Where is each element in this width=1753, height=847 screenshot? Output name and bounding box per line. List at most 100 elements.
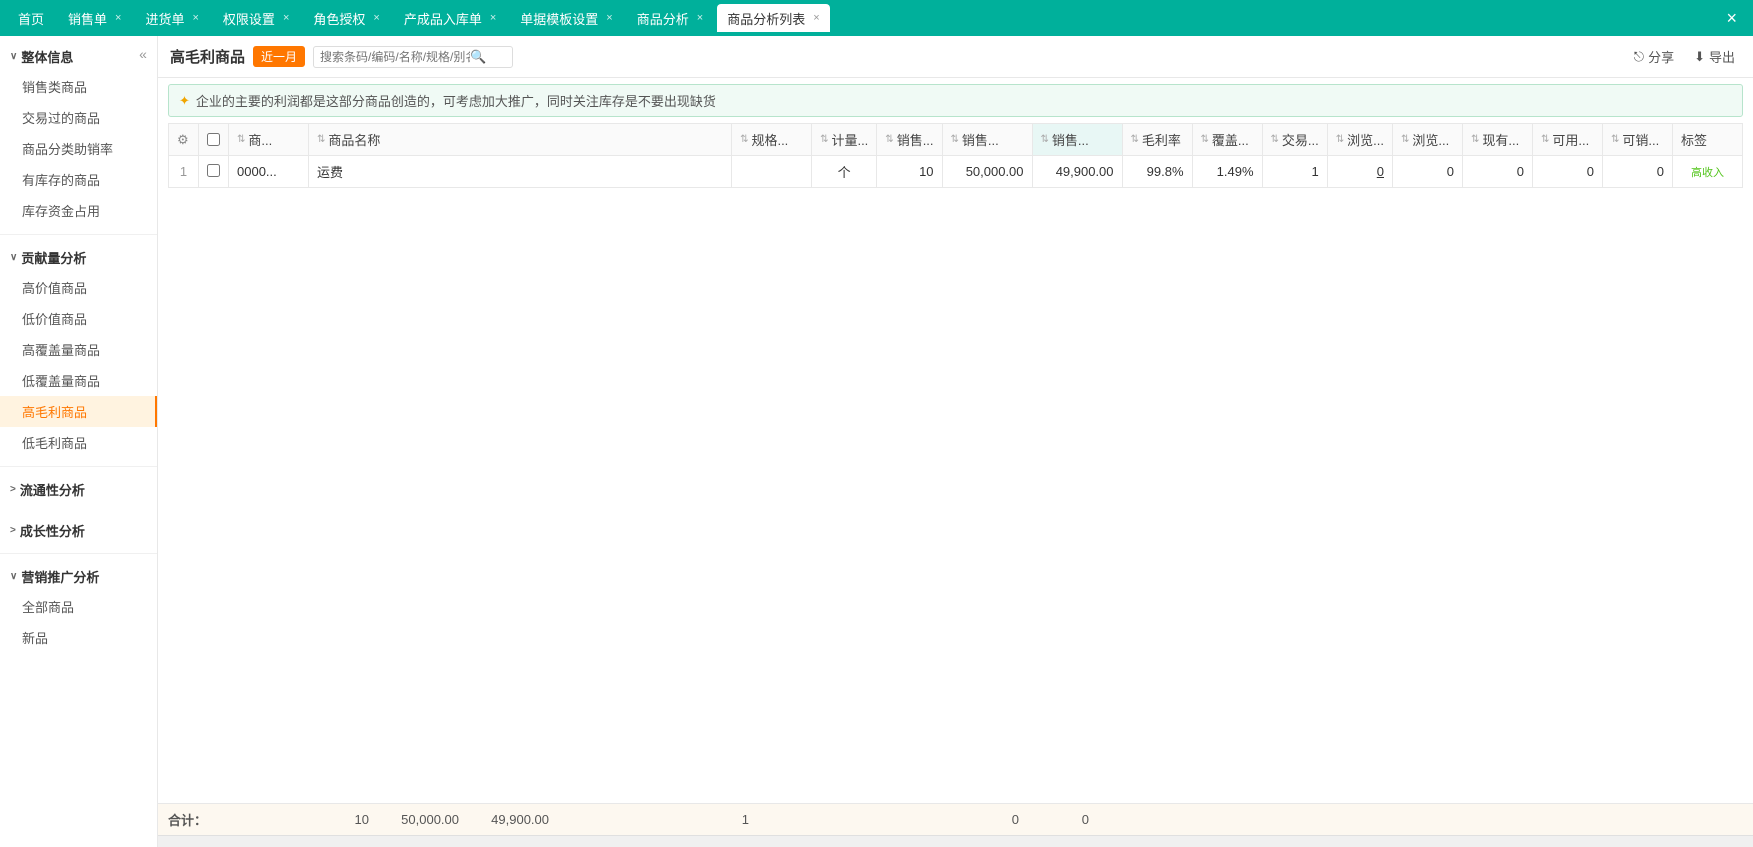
col-header-coverage: ⇅ 覆盖... xyxy=(1192,124,1262,156)
sidebar-item-stock-capital[interactable]: 库存资金占用 xyxy=(0,195,157,226)
tag-label: 高收入 xyxy=(1691,167,1724,179)
sidebar-item-low-coverage[interactable]: 低覆盖量商品 xyxy=(0,365,157,396)
row-name: 运费 xyxy=(309,156,732,188)
col-header-sale-qty: ⇅ 销售... xyxy=(877,124,942,156)
tab-permission[interactable]: 权限设置 × xyxy=(213,4,299,32)
content-header: 高毛利商品 近一月 🔍 ⎋ 分享 ⬇ 导出 xyxy=(158,36,1753,78)
divider-3 xyxy=(0,553,157,554)
sidebar-group-liquidity: > 流通性分析 xyxy=(0,469,157,510)
sidebar-item-sales-goods[interactable]: 销售类商品 xyxy=(0,71,157,102)
col-header-spec: ⇅ 规格... xyxy=(732,124,812,156)
col-header-stock-avail: ⇅ 可用... xyxy=(1533,124,1603,156)
sidebar-group-contribution-title[interactable]: ∨ 贡献量分析 xyxy=(0,243,157,272)
settings-icon[interactable]: ⚙ xyxy=(177,132,189,148)
share-button[interactable]: ⎋ 分享 xyxy=(1628,44,1680,69)
sidebar-group-overall: ∨ 整体信息 销售类商品 交易过的商品 商品分类助销率 有库存的商品 库存资金占… xyxy=(0,36,157,232)
row-stock-avail: 0 xyxy=(1533,156,1603,188)
tab-product-in[interactable]: 产成品入库单 × xyxy=(394,4,506,32)
close-tab-purchase[interactable]: × xyxy=(192,13,198,24)
tab-sales[interactable]: 销售单 × xyxy=(58,4,131,32)
close-tab-permission[interactable]: × xyxy=(283,13,289,24)
sidebar-item-all-goods[interactable]: 全部商品 xyxy=(0,591,157,622)
app-close-button[interactable]: × xyxy=(1718,8,1745,29)
tab-purchase[interactable]: 进货单 × xyxy=(135,4,208,32)
search-input[interactable] xyxy=(320,50,470,64)
col-header-trade-count: ⇅ 交易... xyxy=(1262,124,1327,156)
col-header-gross-margin: ⇅ 毛利率 xyxy=(1122,124,1192,156)
top-nav: 首页 销售单 × 进货单 × 权限设置 × 角色授权 × 产成品入库单 × 单据… xyxy=(0,0,1753,36)
col-header-name: ⇅ 商品名称 xyxy=(309,124,732,156)
close-tab-template[interactable]: × xyxy=(606,13,612,24)
divider-2 xyxy=(0,466,157,467)
tab-analysis[interactable]: 商品分析 × xyxy=(627,4,713,32)
sidebar-group-marketing: ∨ 营销推广分析 全部商品 新品 xyxy=(0,556,157,659)
export-icon: ⬇ xyxy=(1694,49,1705,65)
col-header-check[interactable] xyxy=(199,124,229,156)
col-header-browse1: ⇅ 浏览... xyxy=(1327,124,1392,156)
sidebar-collapse-button[interactable]: « xyxy=(133,44,153,64)
row-stock-sale: 0 xyxy=(1603,156,1673,188)
sidebar-item-category-rate[interactable]: 商品分类助销率 xyxy=(0,133,157,164)
tab-home[interactable]: 首页 xyxy=(8,4,54,32)
tab-template[interactable]: 单据模板设置 × xyxy=(510,4,622,32)
arrow-icon: ∨ xyxy=(10,51,17,62)
horizontal-scrollbar[interactable] xyxy=(158,835,1753,847)
main-layout: « ∨ 整体信息 销售类商品 交易过的商品 商品分类助销率 有库存的商品 库存资… xyxy=(0,36,1753,847)
col-header-stock-now: ⇅ 现有... xyxy=(1463,124,1533,156)
sidebar-item-low-margin[interactable]: 低毛利商品 xyxy=(0,427,157,458)
tab-role[interactable]: 角色授权 × xyxy=(303,4,389,32)
arrow-icon-4: > xyxy=(10,525,16,536)
sidebar-item-high-value[interactable]: 高价值商品 xyxy=(0,272,157,303)
row-tag: 高收入 xyxy=(1673,156,1743,188)
sidebar-group-liquidity-title[interactable]: > 流通性分析 xyxy=(0,475,157,504)
close-tab-sales[interactable]: × xyxy=(115,13,121,24)
browse1-link[interactable]: 0 xyxy=(1377,164,1384,179)
col-header-stock-sale: ⇅ 可销... xyxy=(1603,124,1673,156)
filter-month-button[interactable]: 近一月 xyxy=(253,46,305,67)
close-tab-role[interactable]: × xyxy=(373,13,379,24)
sidebar-item-new-goods[interactable]: 新品 xyxy=(0,622,157,653)
col-header-code: ⇅ 商... xyxy=(229,124,309,156)
col-header-tag: 标签 xyxy=(1673,124,1743,156)
table-row: 1 0000... 运费 xyxy=(169,156,1743,188)
sidebar-item-high-margin[interactable]: 高毛利商品 xyxy=(0,396,157,427)
close-tab-product-in[interactable]: × xyxy=(490,13,496,24)
sidebar-item-stocked-goods[interactable]: 有库存的商品 xyxy=(0,164,157,195)
share-icon: ⎋ xyxy=(1634,49,1644,65)
footer-stock-avail: 0 xyxy=(957,812,1027,827)
footer-sale-qty: 10 xyxy=(287,812,377,827)
sidebar-group-contribution: ∨ 贡献量分析 高价值商品 低价值商品 高覆盖量商品 低覆盖量商品 高毛利商品 … xyxy=(0,237,157,464)
sidebar-item-low-value[interactable]: 低价值商品 xyxy=(0,303,157,334)
sidebar: « ∨ 整体信息 销售类商品 交易过的商品 商品分类助销率 有库存的商品 库存资… xyxy=(0,36,158,847)
export-button[interactable]: ⬇ 导出 xyxy=(1688,44,1741,69)
row-checkbox[interactable] xyxy=(207,164,220,177)
col-header-num: ⚙ xyxy=(169,124,199,156)
search-icon[interactable]: 🔍 xyxy=(470,49,486,65)
row-code: 0000... xyxy=(229,156,309,188)
row-sale-profit: 49,900.00 xyxy=(1032,156,1122,188)
divider-1 xyxy=(0,234,157,235)
sidebar-group-marketing-title[interactable]: ∨ 营销推广分析 xyxy=(0,562,157,591)
table-wrapper[interactable]: ⚙ ⇅ 商... xyxy=(168,123,1743,803)
info-bar: ✦ 企业的主要的利润都是这部分商品创造的，可考虑加大推广，同时关注库存是不要出现… xyxy=(168,84,1743,117)
row-browse1: 0 xyxy=(1327,156,1392,188)
tab-analysis-list[interactable]: 商品分析列表 × xyxy=(717,4,829,32)
row-sale-qty: 10 xyxy=(877,156,942,188)
page-title: 高毛利商品 xyxy=(170,46,245,67)
close-tab-analysis[interactable]: × xyxy=(697,13,703,24)
content-area: 高毛利商品 近一月 🔍 ⎋ 分享 ⬇ 导出 ✦ 企业的主要的利润都是这部分商品创… xyxy=(158,36,1753,847)
row-check[interactable] xyxy=(199,156,229,188)
footer-sale-profit: 49,900.00 xyxy=(467,812,557,827)
sidebar-item-high-coverage[interactable]: 高覆盖量商品 xyxy=(0,334,157,365)
sidebar-group-growth-title[interactable]: > 成长性分析 xyxy=(0,516,157,545)
row-spec xyxy=(732,156,812,188)
col-header-unit: ⇅ 计量... xyxy=(812,124,877,156)
sidebar-item-traded-goods[interactable]: 交易过的商品 xyxy=(0,102,157,133)
table-header-row: ⚙ ⇅ 商... xyxy=(169,124,1743,156)
close-tab-analysis-list[interactable]: × xyxy=(813,13,819,24)
select-all-checkbox[interactable] xyxy=(207,133,220,146)
table-footer: 合计： 10 50,000.00 49,900.00 1 0 0 xyxy=(158,803,1753,835)
info-icon: ✦ xyxy=(179,93,190,109)
row-unit: 个 xyxy=(812,156,877,188)
footer-label: 合计： xyxy=(168,810,207,829)
